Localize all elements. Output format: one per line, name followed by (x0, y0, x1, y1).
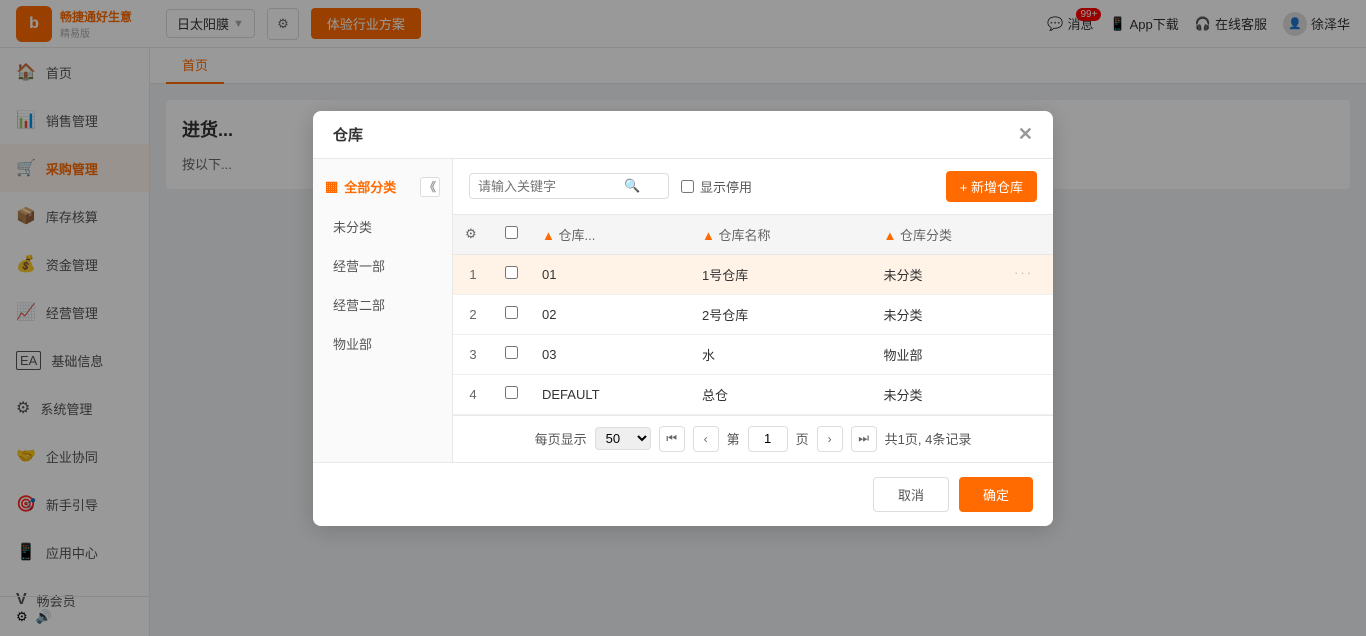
row-code: 03 (530, 334, 690, 374)
page-label: 第 (727, 429, 740, 448)
row-name: 2号仓库 (690, 294, 871, 334)
row-code: 02 (530, 294, 690, 334)
confirm-button[interactable]: 确定 (959, 477, 1033, 512)
show-disabled-label: 显示停用 (681, 177, 752, 196)
per-page-select[interactable]: 50 20 100 (595, 427, 651, 450)
warehouse-modal: 仓库 ✕ ▦ 全部分类 《 未分类 经营一部 经营二部 (313, 111, 1053, 526)
next-page-button[interactable]: › (817, 426, 843, 452)
category-sidebar: ▦ 全部分类 《 未分类 经营一部 经营二部 物业部 (313, 159, 453, 462)
category-label: 物业部 (333, 337, 372, 352)
table-row[interactable]: 4 DEFAULT 总仓 未分类 (453, 374, 1053, 414)
grid-icon: ▦ (325, 178, 338, 195)
row-num: 1 (453, 254, 493, 294)
table-row[interactable]: 3 03 水 物业部 (453, 334, 1053, 374)
modal-close-button[interactable]: ✕ (1018, 124, 1033, 145)
category-label: 经营一部 (333, 259, 385, 274)
col-name: ▲ 仓库名称 (690, 215, 871, 255)
row-category: 未分类 (871, 294, 1053, 334)
col-category: ▲ 仓库分类 (871, 215, 1053, 255)
search-icon: 🔍 (624, 178, 640, 194)
toolbar-left: 🔍 显示停用 (469, 173, 752, 199)
search-input[interactable] (478, 179, 618, 194)
show-disabled-checkbox[interactable] (681, 180, 694, 193)
row-checkbox[interactable] (505, 386, 518, 399)
per-page-label: 每页显示 (535, 429, 587, 448)
row-actions[interactable]: ··· (1014, 265, 1033, 280)
col-code: ▲ 仓库... (530, 215, 690, 255)
modal-overlay: 仓库 ✕ ▦ 全部分类 《 未分类 经营一部 经营二部 (0, 0, 1366, 636)
modal-body: ▦ 全部分类 《 未分类 经营一部 经营二部 物业部 (313, 159, 1053, 462)
table: ⚙ ▲ 仓库... ▲ 仓库名称 (453, 215, 1053, 415)
row-code: 01 (530, 254, 690, 294)
sort-icon: ▲ (883, 228, 896, 243)
sort-icon: ▲ (702, 228, 715, 243)
total-info: 共1页, 4条记录 (885, 429, 972, 448)
row-category: 物业部 (871, 334, 1053, 374)
col-checkbox (493, 215, 530, 255)
table-row[interactable]: 2 02 2号仓库 未分类 (453, 294, 1053, 334)
category-label: 经营二部 (333, 298, 385, 313)
row-num: 4 (453, 374, 493, 414)
sort-icon: ▲ (542, 228, 555, 243)
select-all-checkbox[interactable] (505, 226, 518, 239)
row-code: DEFAULT (530, 374, 690, 414)
modal-toolbar: 🔍 显示停用 + 新增仓库 (453, 159, 1053, 215)
col-settings: ⚙ (453, 215, 493, 255)
category-item-unclassified[interactable]: 未分类 (313, 207, 452, 246)
page-label2: 页 (796, 429, 809, 448)
modal-actions: 取消 确定 (313, 462, 1053, 526)
last-page-button[interactable]: ⏭ (851, 426, 877, 452)
all-categories-button[interactable]: ▦ 全部分类 《 (313, 167, 452, 207)
row-checkbox-cell (493, 334, 530, 374)
table-row[interactable]: 1 01 1号仓库 未分类 ··· (453, 254, 1053, 294)
row-checkbox-cell (493, 374, 530, 414)
row-checkbox[interactable] (505, 346, 518, 359)
row-name: 1号仓库 (690, 254, 871, 294)
modal-title: 仓库 (333, 124, 363, 145)
category-item-property[interactable]: 物业部 (313, 324, 452, 363)
pagination-bar: 每页显示 50 20 100 ⏮ ‹ 第 页 › ⏭ 共1页, 4条记录 (453, 415, 1053, 462)
prev-page-button[interactable]: ‹ (693, 426, 719, 452)
show-disabled-text: 显示停用 (700, 177, 752, 196)
row-checkbox[interactable] (505, 266, 518, 279)
cancel-button[interactable]: 取消 (873, 477, 949, 512)
row-category: 未分类 (871, 374, 1053, 414)
search-box: 🔍 (469, 173, 669, 199)
row-num: 3 (453, 334, 493, 374)
row-name: 水 (690, 334, 871, 374)
all-categories-label: 全部分类 (344, 177, 396, 196)
category-label: 未分类 (333, 220, 372, 235)
category-item-ops2[interactable]: 经营二部 (313, 285, 452, 324)
row-name: 总仓 (690, 374, 871, 414)
first-page-button[interactable]: ⏮ (659, 426, 685, 452)
page-number-input[interactable] (748, 426, 788, 452)
category-item-ops1[interactable]: 经营一部 (313, 246, 452, 285)
row-checkbox[interactable] (505, 306, 518, 319)
row-category: 未分类 ··· (871, 254, 1053, 294)
row-checkbox-cell (493, 294, 530, 334)
row-num: 2 (453, 294, 493, 334)
table-header-row: ⚙ ▲ 仓库... ▲ 仓库名称 (453, 215, 1053, 255)
modal-header: 仓库 ✕ (313, 111, 1053, 159)
add-warehouse-button[interactable]: + 新增仓库 (946, 171, 1037, 202)
modal-main-panel: 🔍 显示停用 + 新增仓库 ⚙ (453, 159, 1053, 462)
settings-icon: ⚙ (465, 226, 477, 241)
row-checkbox-cell (493, 254, 530, 294)
collapse-button[interactable]: 《 (420, 177, 440, 197)
warehouse-table: ⚙ ▲ 仓库... ▲ 仓库名称 (453, 215, 1053, 415)
